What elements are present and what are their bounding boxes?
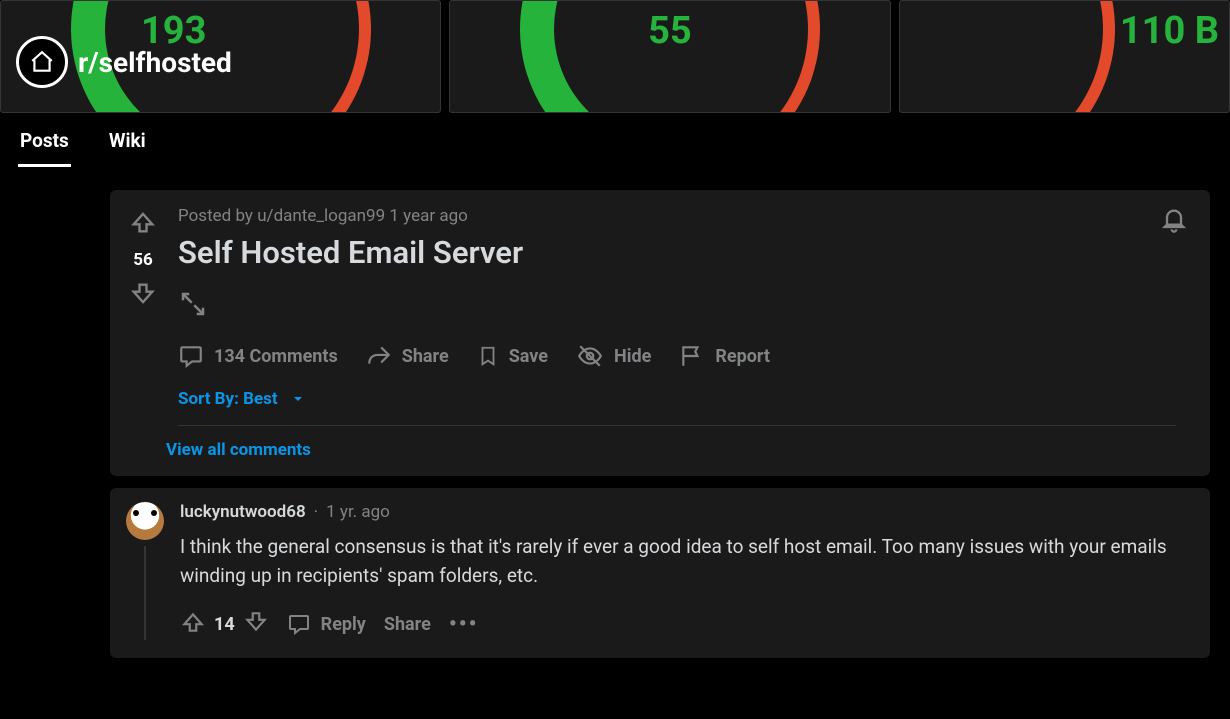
subreddit-name[interactable]: r/selfhosted bbox=[78, 46, 232, 79]
view-all-comments-link[interactable]: View all comments bbox=[166, 426, 1186, 462]
tab-posts[interactable]: Posts bbox=[18, 119, 71, 167]
more-icon[interactable]: ••• bbox=[449, 612, 479, 637]
subreddit-header: r/selfhosted bbox=[16, 36, 232, 88]
tab-wiki[interactable]: Wiki bbox=[107, 119, 148, 167]
comment-action-bar: 14 Reply Share ••• bbox=[180, 609, 1186, 640]
bell-icon[interactable] bbox=[1160, 206, 1188, 238]
comment-header: luckynutwood68 · 1 yr. ago bbox=[180, 502, 1186, 522]
comment-score: 14 bbox=[214, 614, 235, 635]
downvote-icon[interactable] bbox=[129, 280, 157, 312]
save-button[interactable]: Save bbox=[477, 343, 548, 369]
post-score: 56 bbox=[133, 250, 153, 270]
reply-button[interactable]: Reply bbox=[287, 612, 366, 636]
sort-dropdown[interactable]: Sort By: Best bbox=[178, 381, 1176, 426]
thread-line bbox=[144, 546, 146, 640]
upvote-icon[interactable] bbox=[180, 609, 206, 640]
gauge-value: 55 bbox=[648, 9, 692, 53]
subreddit-tabs: Posts Wiki bbox=[0, 119, 1230, 168]
comment-card: luckynutwood68 · 1 yr. ago I think the g… bbox=[110, 488, 1210, 658]
gauge-panel: 110 B bbox=[899, 0, 1230, 113]
subreddit-icon[interactable] bbox=[16, 36, 68, 88]
post-card: 56 Posted by u/dante_logan99 1 year ago … bbox=[110, 190, 1210, 476]
gauge-value: 110 B bbox=[1120, 9, 1219, 53]
hide-button[interactable]: Hide bbox=[576, 343, 651, 369]
gauge-panel: 55 bbox=[449, 0, 890, 113]
post-author-link[interactable]: u/dante_logan99 bbox=[257, 206, 385, 226]
downvote-icon[interactable] bbox=[243, 609, 269, 640]
expand-icon[interactable] bbox=[178, 289, 208, 323]
post-byline: Posted by u/dante_logan99 1 year ago bbox=[178, 206, 1186, 226]
vote-column: 56 bbox=[122, 206, 164, 462]
share-button[interactable]: Share bbox=[366, 343, 449, 369]
chevron-down-icon bbox=[290, 391, 306, 407]
avatar[interactable] bbox=[126, 502, 164, 540]
comment-author[interactable]: luckynutwood68 bbox=[180, 502, 306, 522]
comment-age: 1 yr. ago bbox=[326, 502, 390, 522]
post-age: 1 year ago bbox=[389, 206, 467, 226]
comments-button[interactable]: 134 Comments bbox=[178, 343, 338, 369]
upvote-icon[interactable] bbox=[129, 208, 157, 240]
report-button[interactable]: Report bbox=[679, 343, 770, 369]
post-title: Self Hosted Email Server bbox=[178, 234, 1186, 271]
comment-share-button[interactable]: Share bbox=[384, 614, 431, 635]
post-action-bar: 134 Comments Share Save Hide Report bbox=[178, 343, 1186, 369]
comment-body-text: I think the general consensus is that it… bbox=[180, 532, 1186, 591]
